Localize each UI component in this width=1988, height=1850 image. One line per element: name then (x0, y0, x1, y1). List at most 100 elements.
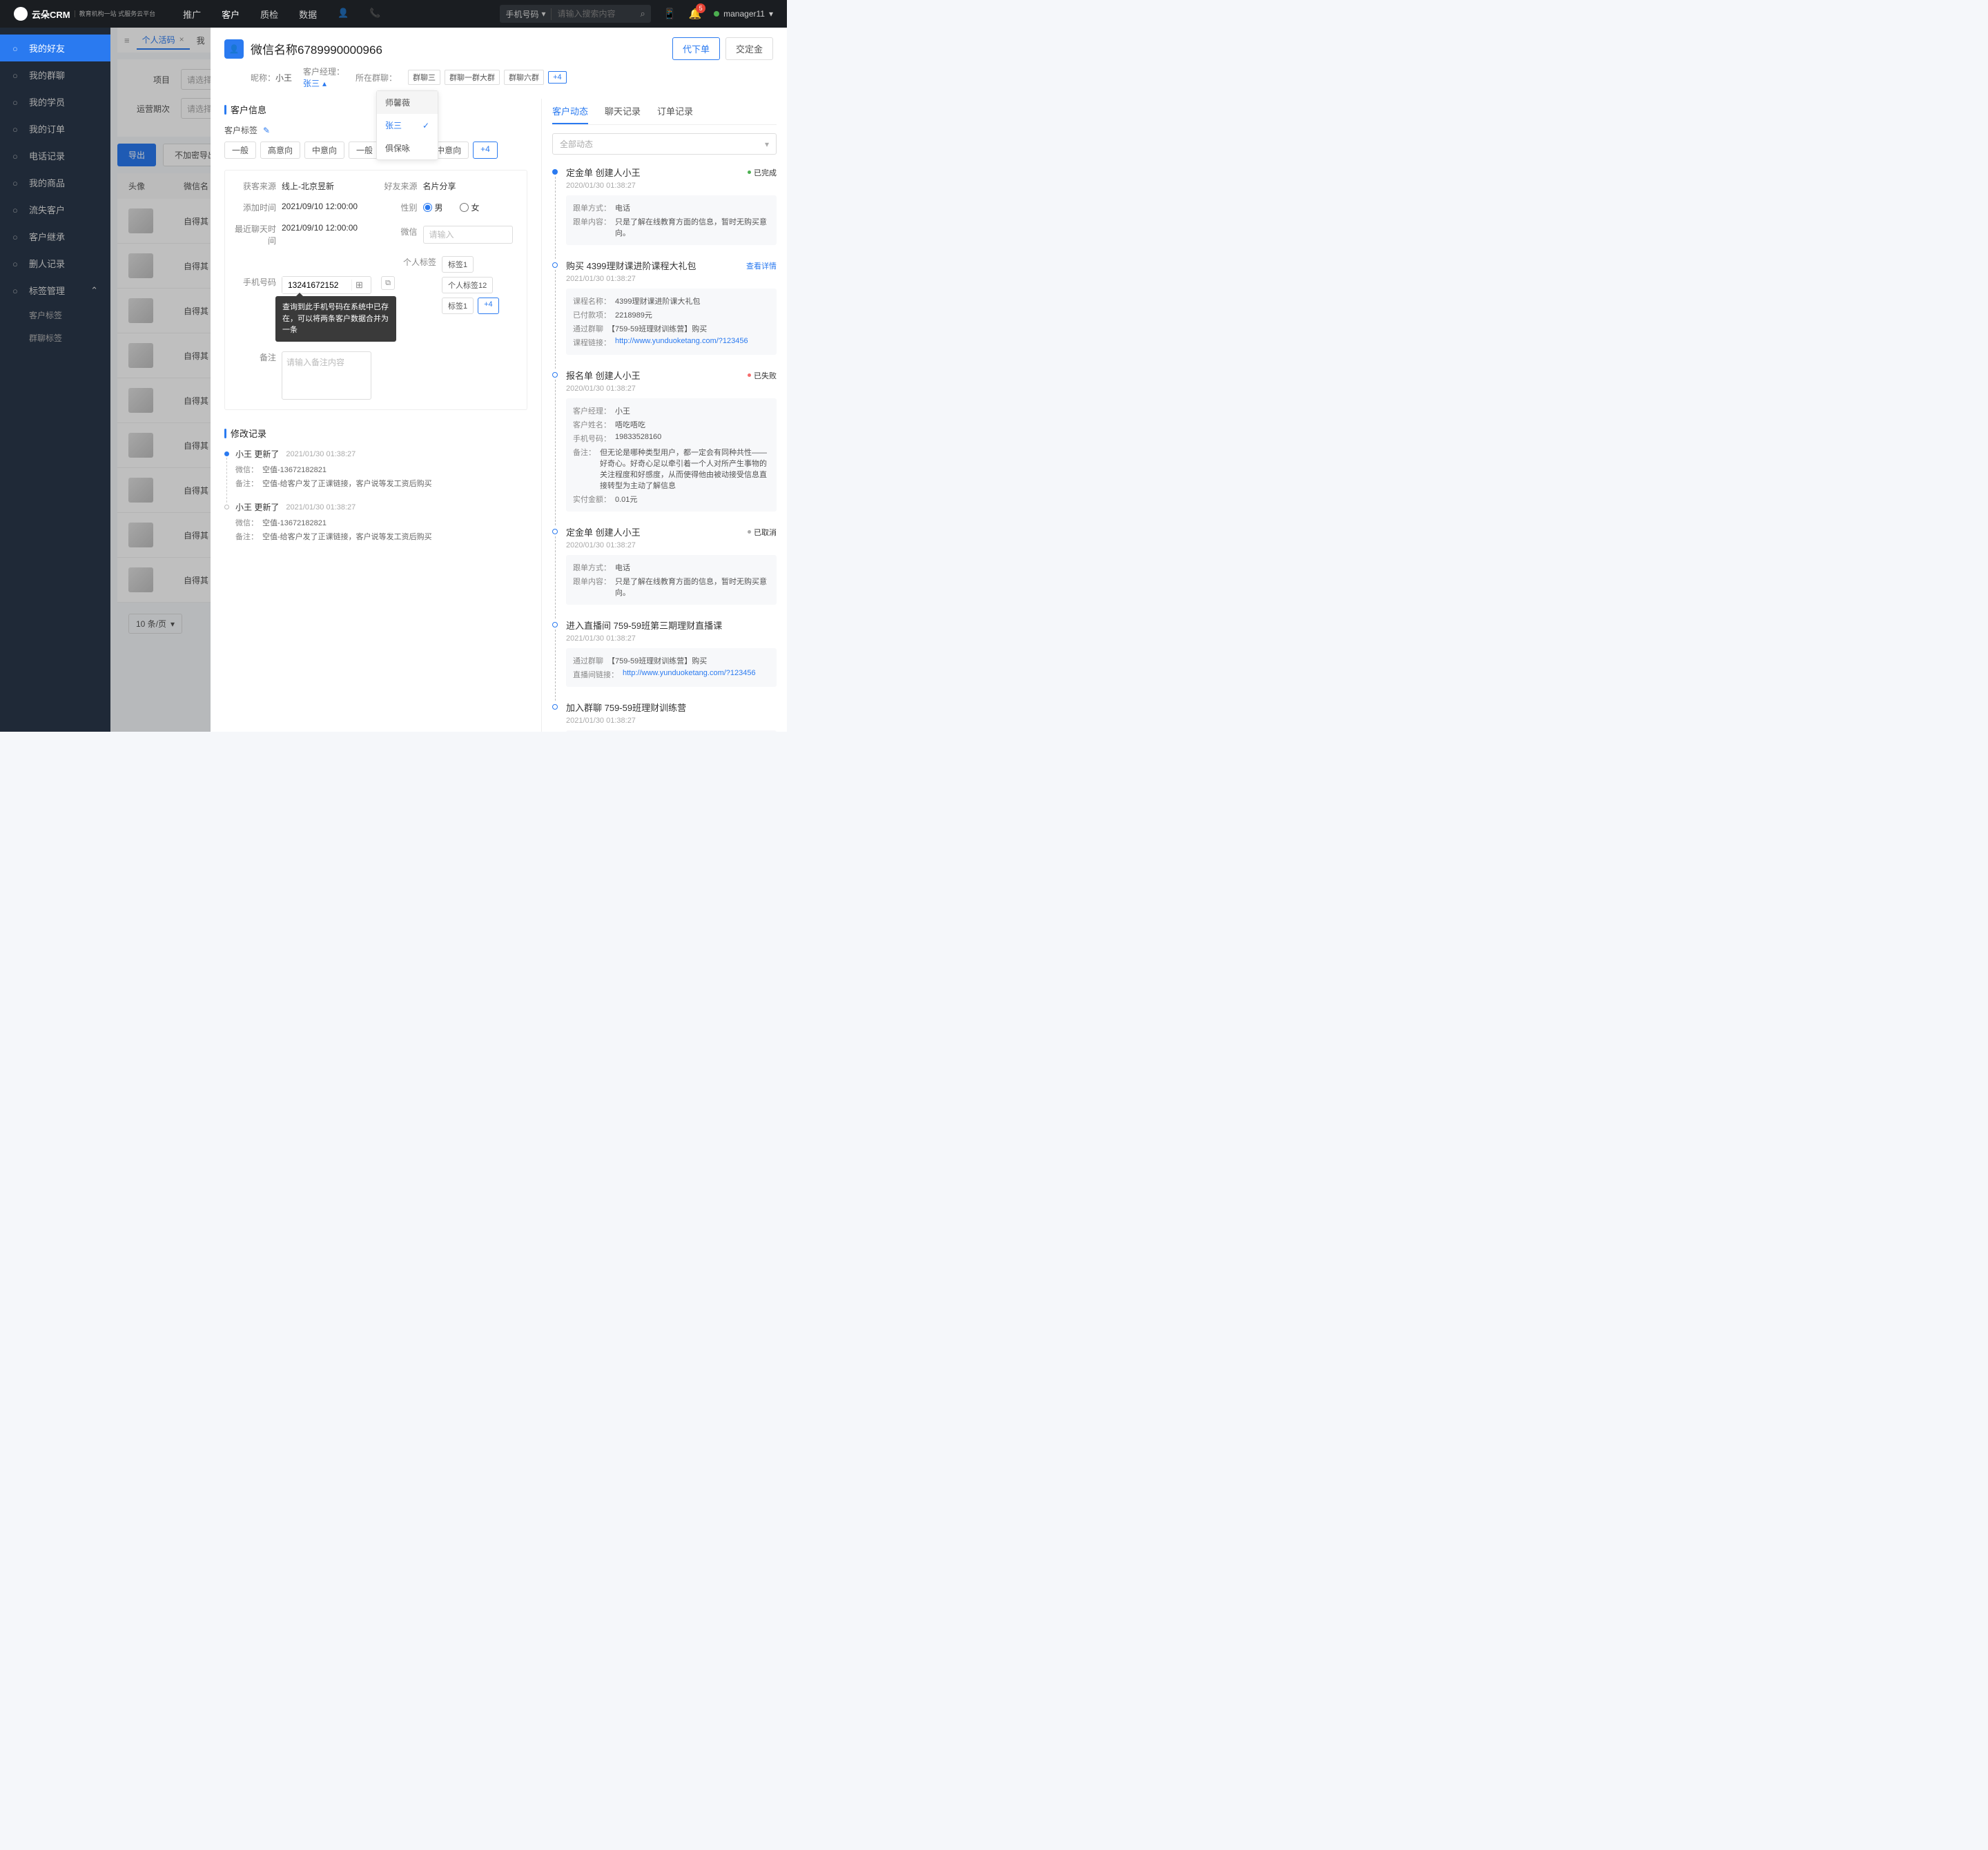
search-input[interactable] (552, 9, 634, 19)
sidebar-item[interactable]: ○我的好友 (0, 35, 110, 61)
topnav-item[interactable]: 质检 (260, 8, 278, 21)
sidebar-icon: ○ (12, 43, 22, 53)
phone-lookup-icon[interactable]: ⊞ (351, 280, 367, 291)
sidebar-item[interactable]: ○我的订单 (0, 115, 110, 142)
sidebar-item[interactable]: ○流失客户 (0, 196, 110, 223)
notification-badge: 5 (696, 3, 705, 13)
timeline-item: 进入直播间 759-59班第三期理财直播课 2021/01/30 01:38:27… (552, 619, 777, 701)
dropdown-option[interactable]: 俱保咏 (377, 137, 438, 159)
sidebar: ○我的好友○我的群聊○我的学员○我的订单○电话记录○我的商品○流失客户○客户继承… (0, 28, 110, 732)
group-tag[interactable]: 群聊一群大群 (445, 70, 500, 85)
username: manager11 (723, 9, 765, 19)
drawer-title: 微信名称6789990000966 (251, 40, 382, 57)
customer-tag[interactable]: 高意向 (260, 142, 300, 159)
timeline-title: 加入群聊 759-59班理财训练营 (566, 701, 686, 714)
timeline-date: 2021/01/30 01:38:27 (566, 275, 777, 283)
topnav-item[interactable]: 客户 (222, 8, 240, 21)
activity-filter-select[interactable]: 全部动态▾ (552, 133, 777, 155)
remark-textarea[interactable] (282, 351, 371, 400)
dropdown-option[interactable]: 张三✓ (377, 114, 438, 137)
sidebar-icon: ○ (12, 205, 22, 215)
topnav-icon[interactable]: 👤 (338, 8, 349, 21)
customer-drawer: 👤 微信名称6789990000966 代下单 交定金 昵称：小王 客户经理： … (211, 28, 787, 732)
dropdown-option[interactable]: 师馨薇 (377, 91, 438, 114)
section-header: 修改记录 (224, 427, 527, 440)
personal-tag[interactable]: 个人标签12 (442, 277, 493, 293)
activity-tab[interactable]: 订单记录 (657, 99, 693, 124)
group-more-tag[interactable]: +4 (548, 71, 567, 84)
timeline-date: 2020/01/30 01:38:27 (566, 384, 777, 393)
copy-icon[interactable]: ⧉ (381, 276, 395, 290)
gender-male-radio[interactable]: 男 (423, 202, 443, 213)
search-type-select[interactable]: 手机号码 ▾ (500, 8, 552, 20)
user-menu[interactable]: manager11 ▾ (714, 9, 773, 19)
activity-tab[interactable]: 客户动态 (552, 99, 588, 124)
timeline-card: 入群方式：扫描二维码 (566, 730, 777, 732)
timeline-item: 购买 4399理财课进阶课程大礼包 查看详情 2021/01/30 01:38:27… (552, 259, 777, 369)
sidebar-item[interactable]: ○标签管理⌃ (0, 277, 110, 304)
manager-dropdown: 师馨薇张三✓俱保咏 (376, 90, 438, 160)
sidebar-item[interactable]: ○电话记录 (0, 142, 110, 169)
tag-more[interactable]: +4 (473, 142, 498, 159)
notification-icon[interactable]: 🔔5 (688, 8, 701, 20)
chevron-up-icon: ▴ (322, 79, 327, 88)
customer-tag[interactable]: 中意向 (304, 142, 344, 159)
sidebar-item[interactable]: ○删人记录 (0, 250, 110, 277)
personal-tag[interactable]: 标签1 (442, 298, 474, 314)
customer-tag[interactable]: 一般 (224, 142, 256, 159)
add-time-value: 2021/09/10 12:00:00 (282, 202, 358, 211)
group-tag[interactable]: 群聊三 (408, 70, 440, 85)
sidebar-icon: ○ (12, 151, 22, 161)
changelog-item: 小王 更新了2021/01/30 01:38:27微信：空值-136721828… (224, 501, 527, 542)
timeline-date: 2021/01/30 01:38:27 (566, 634, 777, 643)
logo-text: 云朵CRM (32, 8, 70, 21)
manager-select[interactable]: 张三 ▴ (303, 77, 344, 89)
timeline-card: 跟单方式：电话跟单内容：只是了解在线教育方面的信息，暂时无购买意向。 (566, 555, 777, 605)
deposit-button[interactable]: 交定金 (725, 37, 773, 60)
timeline-title: 报名单 创建人小王 (566, 369, 641, 382)
sidebar-sub-item[interactable]: 客户标签 (0, 304, 110, 327)
wechat-input[interactable] (423, 226, 513, 244)
sidebar-item[interactable]: ○我的商品 (0, 169, 110, 196)
ptag-more[interactable]: +4 (478, 298, 499, 314)
phone-header-icon[interactable]: 📱 (663, 8, 676, 20)
phone-input[interactable] (282, 277, 351, 293)
customer-icon: 👤 (224, 39, 244, 59)
timeline-card: 课程名称：4399理财课进阶课大礼包已付款项：2218989元通过群聊【759-… (566, 289, 777, 355)
timeline-title: 购买 4399理财课进阶课程大礼包 (566, 259, 696, 272)
timeline-title: 进入直播间 759-59班第三期理财直播课 (566, 619, 722, 632)
search-box: 手机号码 ▾ ⌕ (500, 5, 650, 23)
detail-link[interactable]: 查看详情 (746, 260, 777, 271)
sidebar-icon: ○ (12, 259, 22, 269)
timeline-dot (552, 622, 558, 627)
topnav-item[interactable]: 数据 (299, 8, 317, 21)
search-type-label: 手机号码 (505, 8, 538, 20)
edit-icon[interactable]: ✎ (263, 126, 270, 135)
sidebar-sub-item[interactable]: 群聊标签 (0, 327, 110, 349)
chevron-up-icon: ⌃ (90, 285, 98, 296)
link[interactable]: http://www.yunduoketang.com/?123456 (623, 669, 756, 677)
group-tag[interactable]: 群聊六群 (504, 70, 544, 85)
topnav-item[interactable]: 推广 (183, 8, 201, 21)
status-dot (714, 11, 719, 17)
sidebar-item[interactable]: ○我的学员 (0, 88, 110, 115)
timeline-status: 已失败 (748, 370, 777, 381)
timeline-date: 2020/01/30 01:38:27 (566, 182, 777, 190)
nickname-value: 小王 (275, 73, 292, 83)
sidebar-item[interactable]: ○客户继承 (0, 223, 110, 250)
gender-female-radio[interactable]: 女 (460, 202, 480, 213)
activity-tab[interactable]: 聊天记录 (605, 99, 641, 124)
link[interactable]: http://www.yunduoketang.com/?123456 (615, 337, 748, 345)
sidebar-item[interactable]: ○我的群聊 (0, 61, 110, 88)
timeline-dot (552, 169, 558, 175)
timeline-dot (552, 529, 558, 534)
friend-source-value: 名片分享 (423, 180, 456, 192)
personal-tag[interactable]: 标签1 (442, 256, 474, 273)
logo-icon (14, 7, 28, 21)
topnav-icon[interactable]: 📞 (369, 8, 380, 21)
order-button[interactable]: 代下单 (672, 37, 720, 60)
chevron-down-icon: ▾ (765, 139, 769, 149)
search-icon[interactable]: ⌕ (634, 8, 650, 19)
sidebar-icon: ○ (12, 97, 22, 107)
timeline-card: 跟单方式：电话跟单内容：只是了解在线教育方面的信息，暂时无购买意向。 (566, 195, 777, 245)
